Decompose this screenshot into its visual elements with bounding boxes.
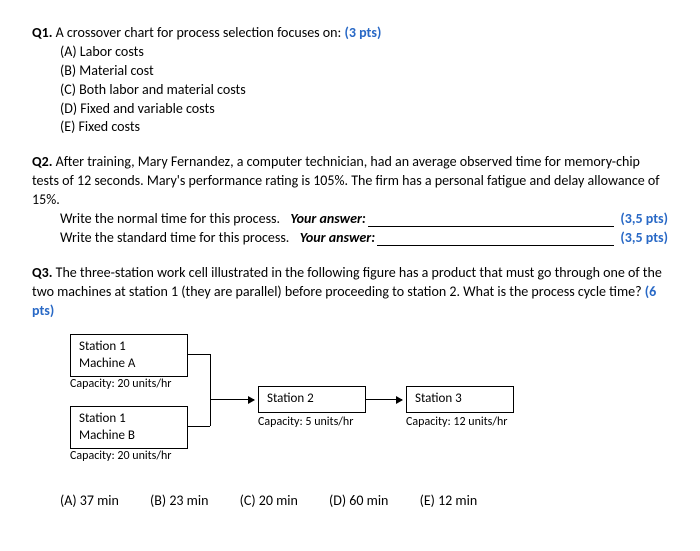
q3-diagram: Station 1 Machine A Capacity: 20 units/h… xyxy=(60,334,620,484)
node-station3: Station 3 xyxy=(406,386,514,412)
q1-option-d: (D) Fixed and variable costs xyxy=(60,100,668,119)
q1-option-e: (E) Fixed costs xyxy=(60,118,668,137)
q1-number: Q1. xyxy=(32,24,52,41)
q1-option-b: (B) Material cost xyxy=(60,62,668,81)
connector-stub-a xyxy=(188,354,210,355)
q1-heading: Q1. A crossover chart for process select… xyxy=(32,24,668,43)
q3-number: Q3. xyxy=(32,264,52,281)
q1-options: (A) Labor costs (B) Material cost (C) Bo… xyxy=(60,43,668,137)
s1b-sub: Machine B xyxy=(79,428,179,444)
q2-prompt-2: Write the standard time for this process… xyxy=(60,229,289,248)
s1b-title: Station 1 xyxy=(79,411,179,427)
q1-option-c: (C) Both labor and material costs xyxy=(60,81,668,100)
q2-points-2: (3,5 pts) xyxy=(620,229,668,248)
question-3: Q3. The three-station work cell illustra… xyxy=(32,264,668,512)
node-station1-machine-b: Station 1 Machine B xyxy=(70,406,188,449)
q3-heading: Q3. The three-station work cell illustra… xyxy=(32,264,668,321)
arrow-to-station2 xyxy=(210,399,254,400)
s1b-caption: Capacity: 20 units/hr xyxy=(70,448,171,464)
q1-points: (3 pts) xyxy=(344,24,381,41)
q3-option-b: (B) 23 min xyxy=(150,492,208,509)
s1a-title: Station 1 xyxy=(79,339,179,355)
node-station2: Station 2 xyxy=(258,386,366,412)
q2-heading: Q2. After training, Mary Fernandez, a co… xyxy=(32,153,668,210)
s2-title: Station 2 xyxy=(267,391,357,407)
question-1: Q1. A crossover chart for process select… xyxy=(32,24,668,137)
question-2: Q2. After training, Mary Fernandez, a co… xyxy=(32,153,668,247)
node-station1-machine-a: Station 1 Machine A xyxy=(70,334,188,377)
q2-body: Write the normal time for this process. … xyxy=(60,210,668,248)
connector-merge-vertical xyxy=(210,354,211,426)
q3-stem: The three-station work cell illustrated … xyxy=(32,264,662,300)
q3-option-d: (D) 60 min xyxy=(329,492,388,509)
answer-blank-2 xyxy=(377,233,614,246)
q3-option-c: (C) 20 min xyxy=(240,492,298,509)
q2-points-1: (3,5 pts) xyxy=(620,210,668,229)
answer-blank-1 xyxy=(368,214,615,227)
q2-number: Q2. xyxy=(32,153,52,170)
s2-caption: Capacity: 5 units/hr xyxy=(258,414,353,430)
q1-stem: A crossover chart for process selection … xyxy=(56,24,342,41)
q3-option-a: (A) 37 min xyxy=(60,492,119,509)
s3-title: Station 3 xyxy=(415,391,505,407)
your-answer-label-2: Your answer: xyxy=(300,229,375,248)
s1a-caption: Capacity: 20 units/hr xyxy=(70,376,171,392)
q2-prompt-1: Write the normal time for this process. xyxy=(60,210,280,229)
connector-stub-b xyxy=(188,426,210,427)
q1-option-a: (A) Labor costs xyxy=(60,43,668,62)
q2-answer-row-2: Write the standard time for this process… xyxy=(60,229,668,248)
your-answer-label-1: Your answer: xyxy=(290,210,365,229)
q2-stem: After training, Mary Fernandez, a comput… xyxy=(32,153,660,208)
s3-caption: Capacity: 12 units/hr xyxy=(406,414,507,430)
q3-options: (A) 37 min (B) 23 min (C) 20 min (D) 60 … xyxy=(60,492,668,511)
s1a-sub: Machine A xyxy=(79,356,179,372)
q2-answer-row-1: Write the normal time for this process. … xyxy=(60,210,668,229)
q3-option-e: (E) 12 min xyxy=(420,492,478,509)
arrow-to-station3 xyxy=(366,399,402,400)
